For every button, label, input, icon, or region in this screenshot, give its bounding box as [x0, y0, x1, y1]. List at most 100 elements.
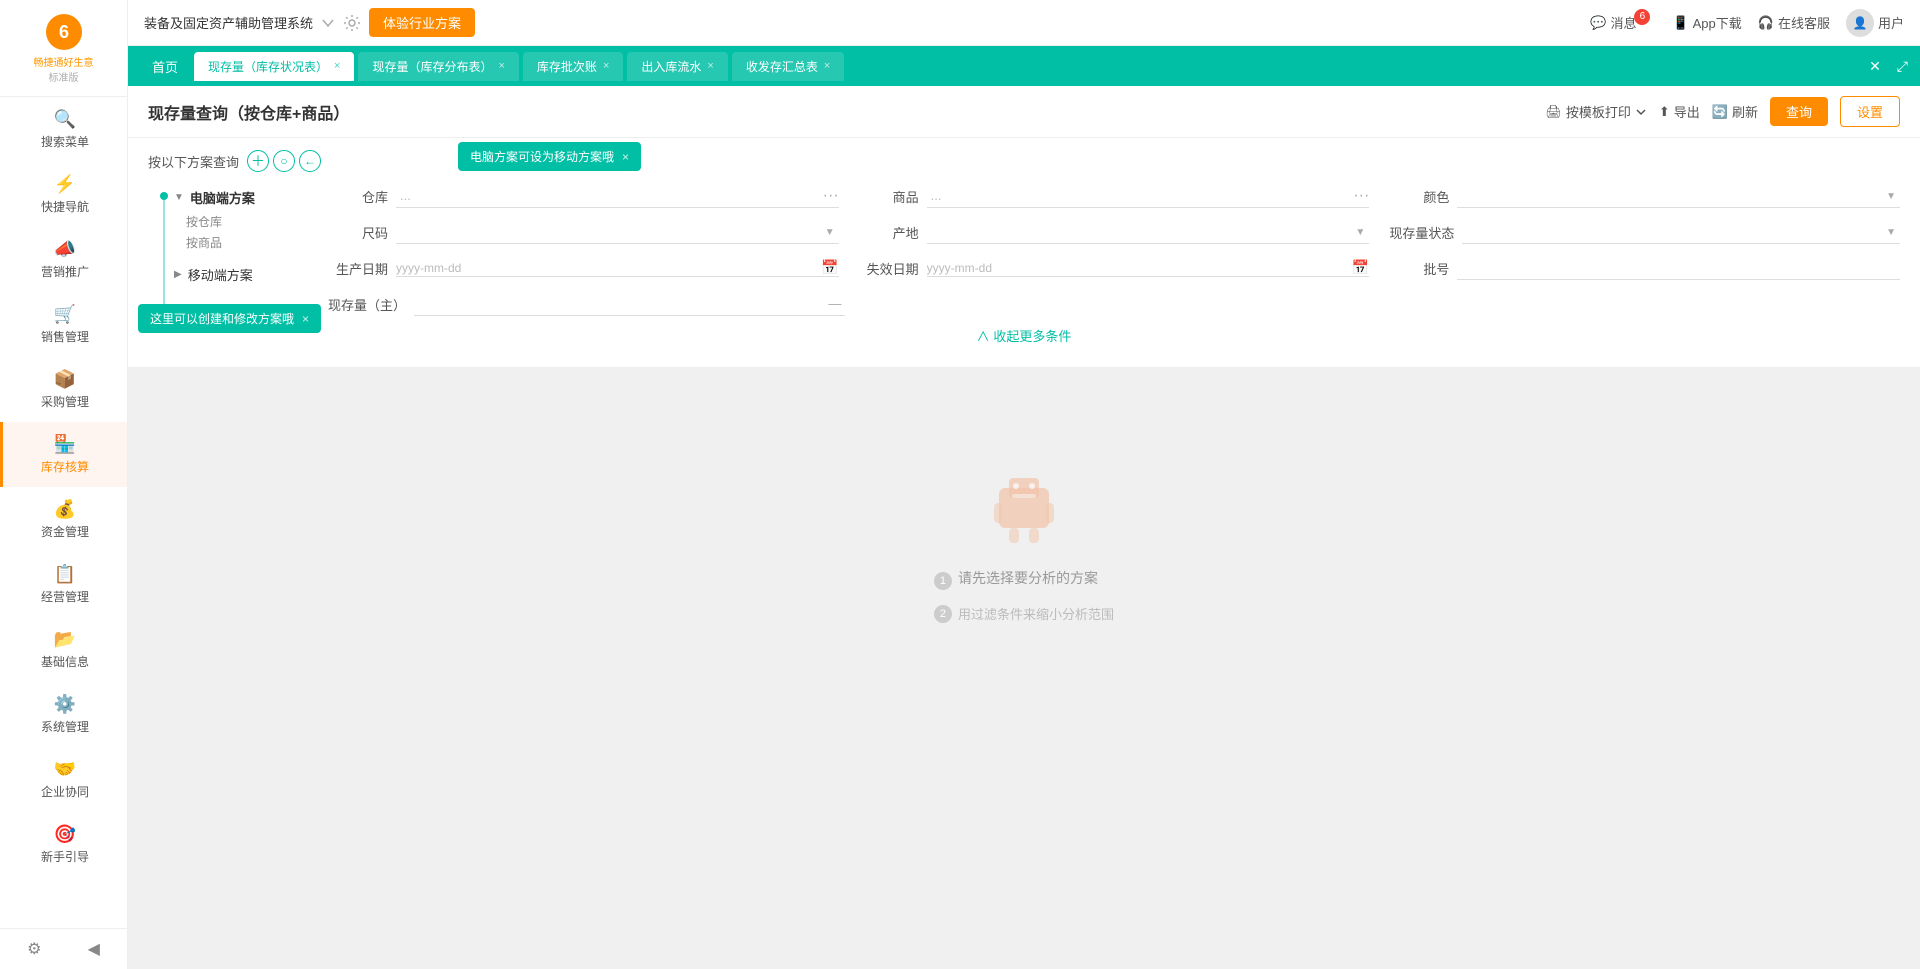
dropdown-icon[interactable] — [321, 16, 335, 30]
origin-select[interactable] — [927, 220, 1370, 244]
more-conditions-btn[interactable]: ∧ 收起更多条件 — [148, 316, 1900, 355]
tab-close-icon[interactable]: × — [498, 60, 504, 72]
tab-label: 库存批次账 — [537, 58, 597, 75]
user-item[interactable]: 👤 用户 — [1846, 9, 1904, 37]
sidebar-item-sales[interactable]: 🛒 销售管理 — [0, 292, 127, 357]
empty-step2-text: 用过滤条件来缩小分析范围 — [958, 604, 1114, 623]
sidebar-item-purchase[interactable]: 📦 采购管理 — [0, 357, 127, 422]
tooltip-create-scheme: 这里可以创建和修改方案哦 × — [138, 304, 321, 333]
sidebar-item-enterprise[interactable]: 🤝 企业协同 — [0, 747, 127, 812]
system-title: 装备及固定资产辅助管理系统 — [144, 13, 313, 32]
settings-button[interactable]: 设置 — [1840, 96, 1900, 127]
filter-color: 颜色 ▼ — [1389, 184, 1900, 208]
sidebar-item-guide[interactable]: 🎯 新手引导 — [0, 812, 127, 877]
logo-badge: 标准版 — [49, 69, 79, 84]
online-support-item[interactable]: 🎧 在线客服 — [1758, 13, 1830, 32]
filter-goods: 商品 ··· — [859, 184, 1370, 208]
filter-row-1: 仓库 ··· 商品 ··· — [328, 184, 1900, 208]
trial-btn[interactable]: 体验行业方案 — [369, 8, 475, 37]
refresh-btn[interactable]: 🔄 刷新 — [1712, 102, 1758, 121]
sidebar-item-system[interactable]: ⚙️ 系统管理 — [0, 682, 127, 747]
settings-bottom-icon[interactable]: ⚙ — [27, 939, 41, 959]
sidebar-item-marketing[interactable]: 📣 营销推广 — [0, 227, 127, 292]
sidebar-item-operations[interactable]: 📋 经营管理 — [0, 552, 127, 617]
print-btn[interactable]: 🖨 按模板打印 — [1545, 102, 1647, 121]
tooltip2-close-btn[interactable]: × — [302, 312, 309, 326]
tab-close-icon[interactable]: × — [824, 60, 830, 72]
tab-label: 出入库流水 — [641, 58, 701, 75]
filter-size: 尺码 ▼ — [328, 220, 839, 244]
sidebar-item-basic[interactable]: 📂 基础信息 — [0, 617, 127, 682]
avatar: 👤 — [1846, 9, 1874, 37]
stock-status-label: 现存量状态 — [1389, 223, 1454, 242]
tooltip-close-btn[interactable]: × — [622, 150, 629, 164]
tab-close-icon[interactable]: × — [603, 60, 609, 72]
prod-date-field[interactable] — [396, 261, 817, 275]
sidebar-item-inventory[interactable]: 🏪 库存核算 — [0, 422, 127, 487]
empty-step1-text: 请先选择要分析的方案 — [958, 568, 1098, 588]
add-scheme-btn[interactable]: ＋ — [247, 150, 269, 172]
scheme-item-mobile[interactable]: ▶ 移动端方案 — [158, 261, 308, 288]
scheme-item-pc[interactable]: ▼ 电脑端方案 — [158, 184, 308, 211]
edit-scheme-btn[interactable]: ○ — [273, 150, 295, 172]
goods-label: 商品 — [859, 187, 919, 206]
settings-topbar-icon[interactable] — [343, 14, 361, 32]
collapse-sidebar-icon[interactable]: ◀ — [88, 939, 100, 959]
search-button[interactable]: 查询 — [1770, 97, 1828, 126]
back-scheme-btn[interactable]: ← — [299, 150, 321, 172]
goods-dots-icon[interactable]: ··· — [1353, 187, 1369, 205]
stock-status-select[interactable] — [1462, 220, 1900, 244]
color-select[interactable] — [1457, 184, 1900, 208]
tab-home[interactable]: 首页 — [136, 49, 194, 84]
topbar-left: 装备及固定资产辅助管理系统 体验行业方案 — [144, 8, 475, 37]
scheme-list-area: ▼ 电脑端方案 按仓库 按商品 ▶ 移动端方案 — [148, 184, 308, 316]
topbar: 装备及固定资产辅助管理系统 体验行业方案 💬 消息 6 📱 App下载 🎧 在线… — [128, 0, 1920, 46]
sidebar-item-finance[interactable]: 💰 资金管理 — [0, 487, 127, 552]
empty-step1: 1 请先选择要分析的方案 — [934, 568, 1098, 594]
app-download-item[interactable]: 📱 App下载 — [1672, 13, 1741, 32]
calendar-icon[interactable]: 📅 — [821, 259, 838, 276]
tooltip-scheme-mobile: 电脑方案可设为移动方案哦 × — [458, 142, 641, 171]
filter-batch: 批号 — [1389, 256, 1900, 280]
more-conditions-label: 收起更多条件 — [993, 329, 1071, 344]
batch-label: 批号 — [1389, 259, 1449, 278]
sidebar-item-label: 基础信息 — [41, 653, 89, 670]
sidebar-item-label: 系统管理 — [41, 718, 89, 735]
size-select[interactable] — [396, 220, 839, 244]
batch-input[interactable] — [1457, 256, 1900, 280]
tab-inventory-status[interactable]: 现存量（库存状况表） × — [194, 52, 354, 81]
exp-date-field[interactable] — [927, 261, 1348, 275]
tab-close-icon[interactable]: × — [334, 60, 340, 72]
goods-input[interactable] — [927, 184, 1350, 207]
scheme-section-label: 按仓库 — [186, 211, 308, 232]
filter-row-2: 尺码 ▼ 产地 — [328, 220, 1900, 244]
export-icon: ⬆ — [1659, 104, 1670, 120]
tab-batch-account[interactable]: 库存批次账 × — [523, 52, 623, 81]
step2-num: 2 — [934, 605, 952, 623]
sidebar: 6 畅捷通好生意 标准版 🔍 搜索菜单 ⚡ 快捷导航 📣 营销推广 🛒 销售管理… — [0, 0, 128, 969]
size-label: 尺码 — [328, 223, 388, 242]
folder-icon: 📂 — [54, 629, 76, 650]
close-all-tabs-icon[interactable]: ✕ — [1865, 54, 1885, 79]
cart-icon: 🛒 — [54, 304, 76, 325]
empty-step2: 2 用过滤条件来缩小分析范围 — [934, 604, 1114, 623]
sidebar-item-quick-nav[interactable]: ⚡ 快捷导航 — [0, 162, 127, 227]
sidebar-item-search[interactable]: 🔍 搜索菜单 — [0, 97, 127, 162]
refresh-icon: 🔄 — [1712, 104, 1728, 120]
range-dash: — — [824, 296, 845, 311]
stock-qty-min[interactable] — [414, 292, 824, 315]
tab-collection-summary[interactable]: 收发存汇总表 × — [732, 52, 844, 81]
export-btn[interactable]: ⬆ 导出 — [1659, 102, 1700, 121]
tab-in-out-flow[interactable]: 出入库流水 × — [627, 52, 727, 81]
tab-close-icon[interactable]: × — [707, 60, 713, 72]
warehouse-input[interactable] — [396, 184, 819, 207]
filter-header: 按以下方案查询 ＋ ○ ← 电脑方案可设为移动方案哦 × — [148, 150, 1900, 172]
maximize-icon[interactable]: ⤢ — [1893, 54, 1912, 79]
warehouse-dots-icon[interactable]: ··· — [823, 187, 839, 205]
tab-inventory-dist[interactable]: 现存量（库存分布表） × — [358, 52, 518, 81]
sidebar-item-label: 搜索菜单 — [41, 133, 89, 150]
calendar2-icon[interactable]: 📅 — [1352, 259, 1369, 276]
tab-label: 现存量（库存分布表） — [372, 58, 492, 75]
message-item[interactable]: 💬 消息 6 — [1590, 13, 1656, 32]
empty-state: 1 请先选择要分析的方案 2 用过滤条件来缩小分析范围 — [128, 368, 1920, 703]
